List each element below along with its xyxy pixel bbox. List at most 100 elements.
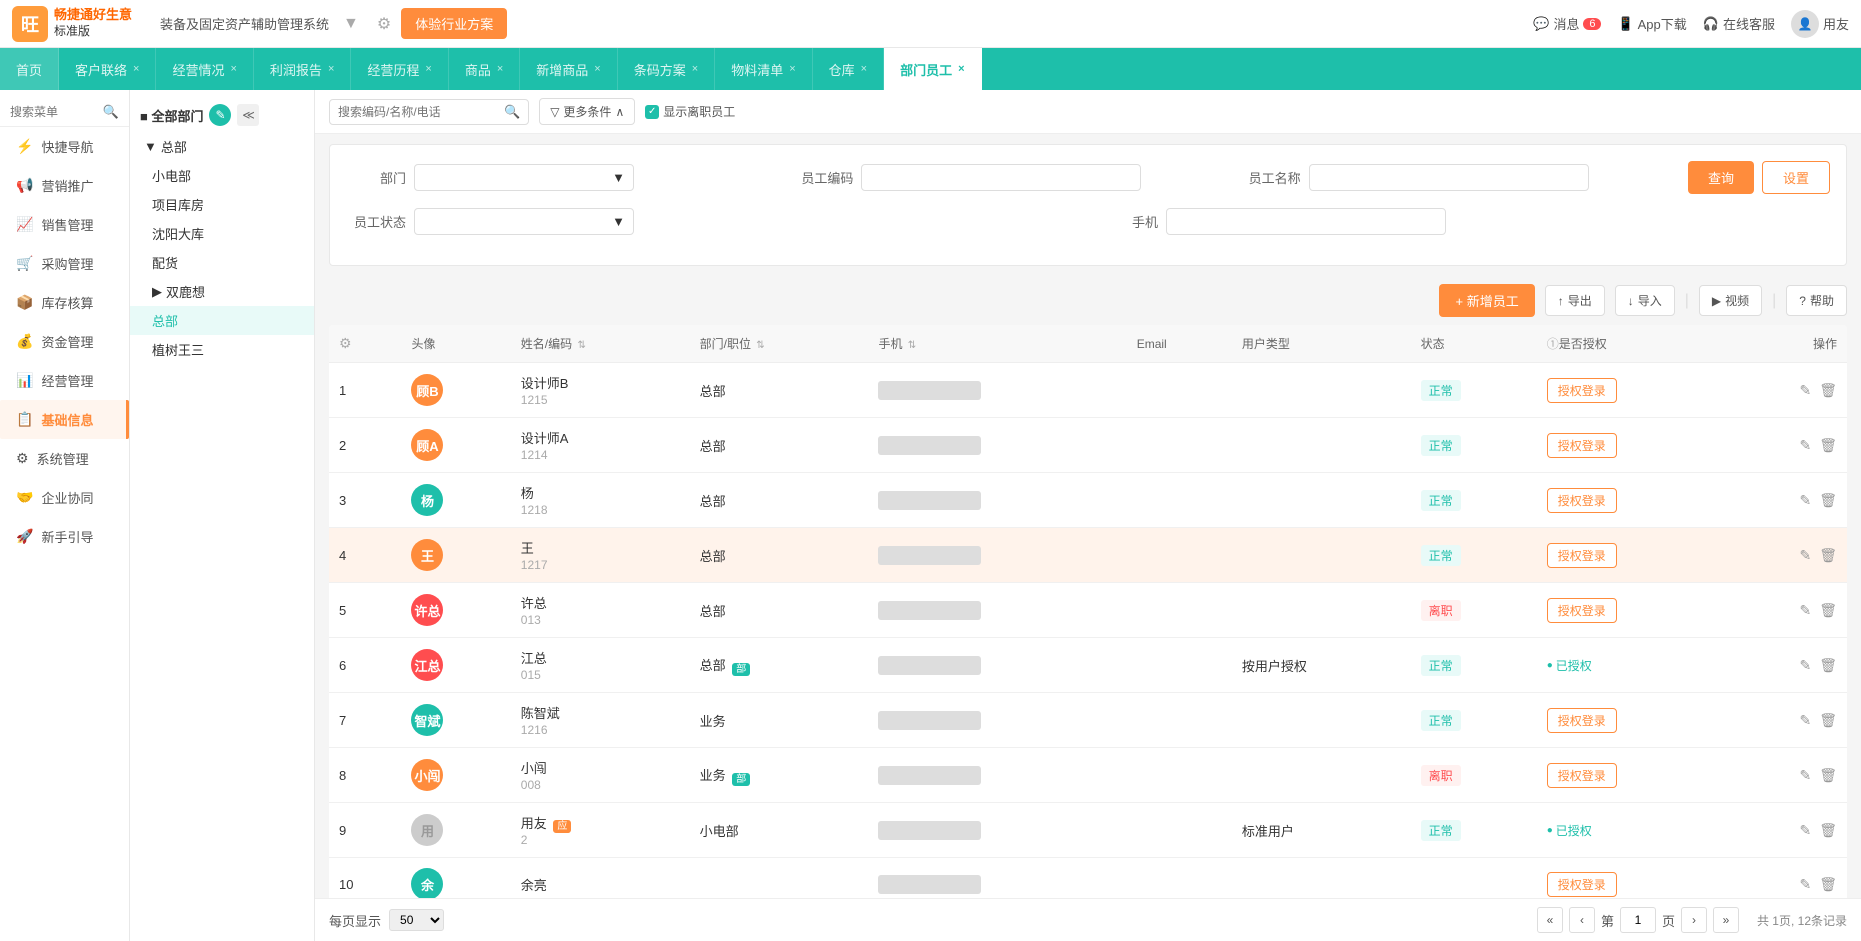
auth-button[interactable]: 授权登录	[1547, 543, 1617, 568]
tab-new-goods[interactable]: 新增商品 ×	[520, 48, 617, 90]
tab-history[interactable]: 经营历程 ×	[351, 48, 448, 90]
prev-page-button[interactable]: ‹	[1569, 907, 1595, 933]
sidebar-item-system[interactable]: ⚙ 系统管理	[0, 439, 129, 478]
export-button[interactable]: ↑ 导出	[1545, 285, 1605, 316]
tab-operation[interactable]: 经营情况 ×	[156, 48, 253, 90]
dept-collapse-button[interactable]: ≪	[237, 104, 259, 126]
show-resign-toggle[interactable]: ✓ 显示离职员工	[645, 103, 735, 120]
delete-icon[interactable]: 🗑	[1819, 602, 1837, 619]
chevron-up-icon: ∧	[615, 105, 624, 119]
help-button[interactable]: ? 帮助	[1786, 285, 1847, 316]
search-input[interactable]	[338, 105, 498, 119]
row-status: 正常	[1411, 363, 1537, 418]
auth-button[interactable]: 授权登录	[1547, 872, 1617, 897]
dept-node-project-room[interactable]: 项目库房	[130, 190, 314, 219]
delete-icon[interactable]: 🗑	[1819, 492, 1837, 509]
edit-icon[interactable]: ✎	[1799, 767, 1811, 784]
last-page-button[interactable]: »	[1713, 907, 1739, 933]
phone-input[interactable]	[1166, 208, 1446, 235]
sidebar-item-basic-info[interactable]: 📋 基础信息	[0, 400, 129, 439]
delete-icon[interactable]: 🗑	[1819, 767, 1837, 784]
dept-node-small-elec[interactable]: 小电部	[130, 161, 314, 190]
edit-icon[interactable]: ✎	[1799, 437, 1811, 454]
edit-icon[interactable]: ✎	[1799, 602, 1811, 619]
delete-icon[interactable]: 🗑	[1819, 657, 1837, 674]
sidebar-item-sales[interactable]: 📈 销售管理	[0, 205, 129, 244]
dept-node-distribution[interactable]: 配货	[130, 248, 314, 277]
tab-customer[interactable]: 客户联络 ×	[59, 48, 156, 90]
try-industry-button[interactable]: 体验行业方案	[401, 8, 507, 39]
tab-dept-employee[interactable]: 部门员工 ×	[884, 48, 981, 90]
dept-node-general[interactable]: ▼ 总部	[130, 132, 314, 161]
import-button[interactable]: ↓ 导入	[1615, 285, 1675, 316]
sidebar-item-collab[interactable]: 🤝 企业协同	[0, 478, 129, 517]
row-user-type: 标准用户	[1232, 803, 1411, 858]
edit-icon[interactable]: ✎	[1799, 876, 1811, 893]
tab-warehouse[interactable]: 仓库 ×	[813, 48, 884, 90]
auth-button[interactable]: 授权登录	[1547, 598, 1617, 623]
edit-icon[interactable]: ✎	[1799, 712, 1811, 729]
auth-button[interactable]: 授权登录	[1547, 488, 1617, 513]
dept-select[interactable]: ▼	[414, 164, 634, 191]
more-filter-button[interactable]: ▽ 更多条件 ∧	[539, 98, 635, 125]
dept-node-shenyang[interactable]: 沈阳大库	[130, 219, 314, 248]
message-label: 消息	[1553, 14, 1579, 33]
emp-name-input[interactable]	[1309, 164, 1589, 191]
logo-icon: 旺	[12, 6, 48, 42]
online-service-action[interactable]: 🎧 在线客服	[1703, 14, 1775, 33]
edit-icon[interactable]: ✎	[1799, 492, 1811, 509]
emp-code-input[interactable]	[861, 164, 1141, 191]
auth-button[interactable]: 授权登录	[1547, 378, 1617, 403]
emp-status-select[interactable]: ▼	[414, 208, 634, 235]
sidebar-item-quick-nav[interactable]: ⚡ 快捷导航	[0, 127, 129, 166]
auth-button[interactable]: 授权登录	[1547, 763, 1617, 788]
sidebar-item-finance[interactable]: 💰 资金管理	[0, 322, 129, 361]
auth-button[interactable]: 授权登录	[1547, 708, 1617, 733]
dept-node-plant-tree[interactable]: 植树王三	[130, 335, 314, 364]
tab-profit[interactable]: 利润报告 ×	[254, 48, 351, 90]
delete-icon[interactable]: 🗑	[1819, 712, 1837, 729]
sidebar-item-purchase[interactable]: 🛒 采购管理	[0, 244, 129, 283]
dept-node-head[interactable]: 总部	[130, 306, 314, 335]
edit-icon[interactable]: ✎	[1799, 657, 1811, 674]
sidebar-item-guide[interactable]: 🚀 新手引导	[0, 517, 129, 556]
tab-home[interactable]: 首页	[0, 48, 59, 90]
message-action[interactable]: 💬 消息 6	[1533, 14, 1601, 33]
edit-icon[interactable]: ✎	[1799, 822, 1811, 839]
auth-button[interactable]: 授权登录	[1547, 433, 1617, 458]
col-settings[interactable]: ⚙	[329, 325, 401, 363]
dept-edit-button[interactable]: ✎	[209, 104, 231, 126]
filter-bar: 🔍 ▽ 更多条件 ∧ ✓ 显示离职员工	[315, 90, 1861, 134]
edit-icon[interactable]: ✎	[1799, 547, 1811, 564]
set-button[interactable]: 设置	[1762, 161, 1830, 194]
per-page-select[interactable]: 50 100	[389, 909, 444, 931]
sidebar-item-inventory[interactable]: 📦 库存核算	[0, 283, 129, 322]
phone-label: 手机	[1098, 212, 1158, 231]
top-bar: 旺 畅捷通好生意 标准版 装备及固定资产辅助管理系统 ▼ ⚙ 体验行业方案 💬 …	[0, 0, 1861, 48]
query-button[interactable]: 查询	[1688, 161, 1754, 194]
dept-node-doublelux[interactable]: ▶ 双鹿想	[130, 277, 314, 306]
tab-goods[interactable]: 商品 ×	[449, 48, 520, 90]
user-action[interactable]: 👤 用友	[1791, 10, 1849, 38]
delete-icon[interactable]: 🗑	[1819, 876, 1837, 893]
row-no: 8	[329, 748, 401, 803]
next-page-button[interactable]: ›	[1681, 907, 1707, 933]
sidebar-item-marketing[interactable]: 📢 营销推广	[0, 166, 129, 205]
dept-label: 总部	[161, 137, 187, 156]
app-download-action[interactable]: 📱 App下载	[1617, 14, 1686, 33]
tab-barcode[interactable]: 条码方案 ×	[618, 48, 715, 90]
delete-icon[interactable]: 🗑	[1819, 437, 1837, 454]
sidebar-search-input[interactable]	[10, 105, 103, 119]
sidebar-item-operation-mgmt[interactable]: 📊 经营管理	[0, 361, 129, 400]
delete-icon[interactable]: 🗑	[1819, 382, 1837, 399]
video-button[interactable]: ▶ 视频	[1699, 285, 1762, 316]
edit-icon[interactable]: ✎	[1799, 382, 1811, 399]
delete-icon[interactable]: 🗑	[1819, 822, 1837, 839]
add-employee-button[interactable]: + 新增员工	[1439, 284, 1534, 317]
tab-bom[interactable]: 物料清单 ×	[715, 48, 812, 90]
settings-icon[interactable]: ⚙	[377, 14, 391, 34]
page-input[interactable]	[1620, 907, 1656, 933]
delete-icon[interactable]: 🗑	[1819, 547, 1837, 564]
first-page-button[interactable]: «	[1537, 907, 1563, 933]
headset-icon: 🎧	[1703, 16, 1719, 32]
